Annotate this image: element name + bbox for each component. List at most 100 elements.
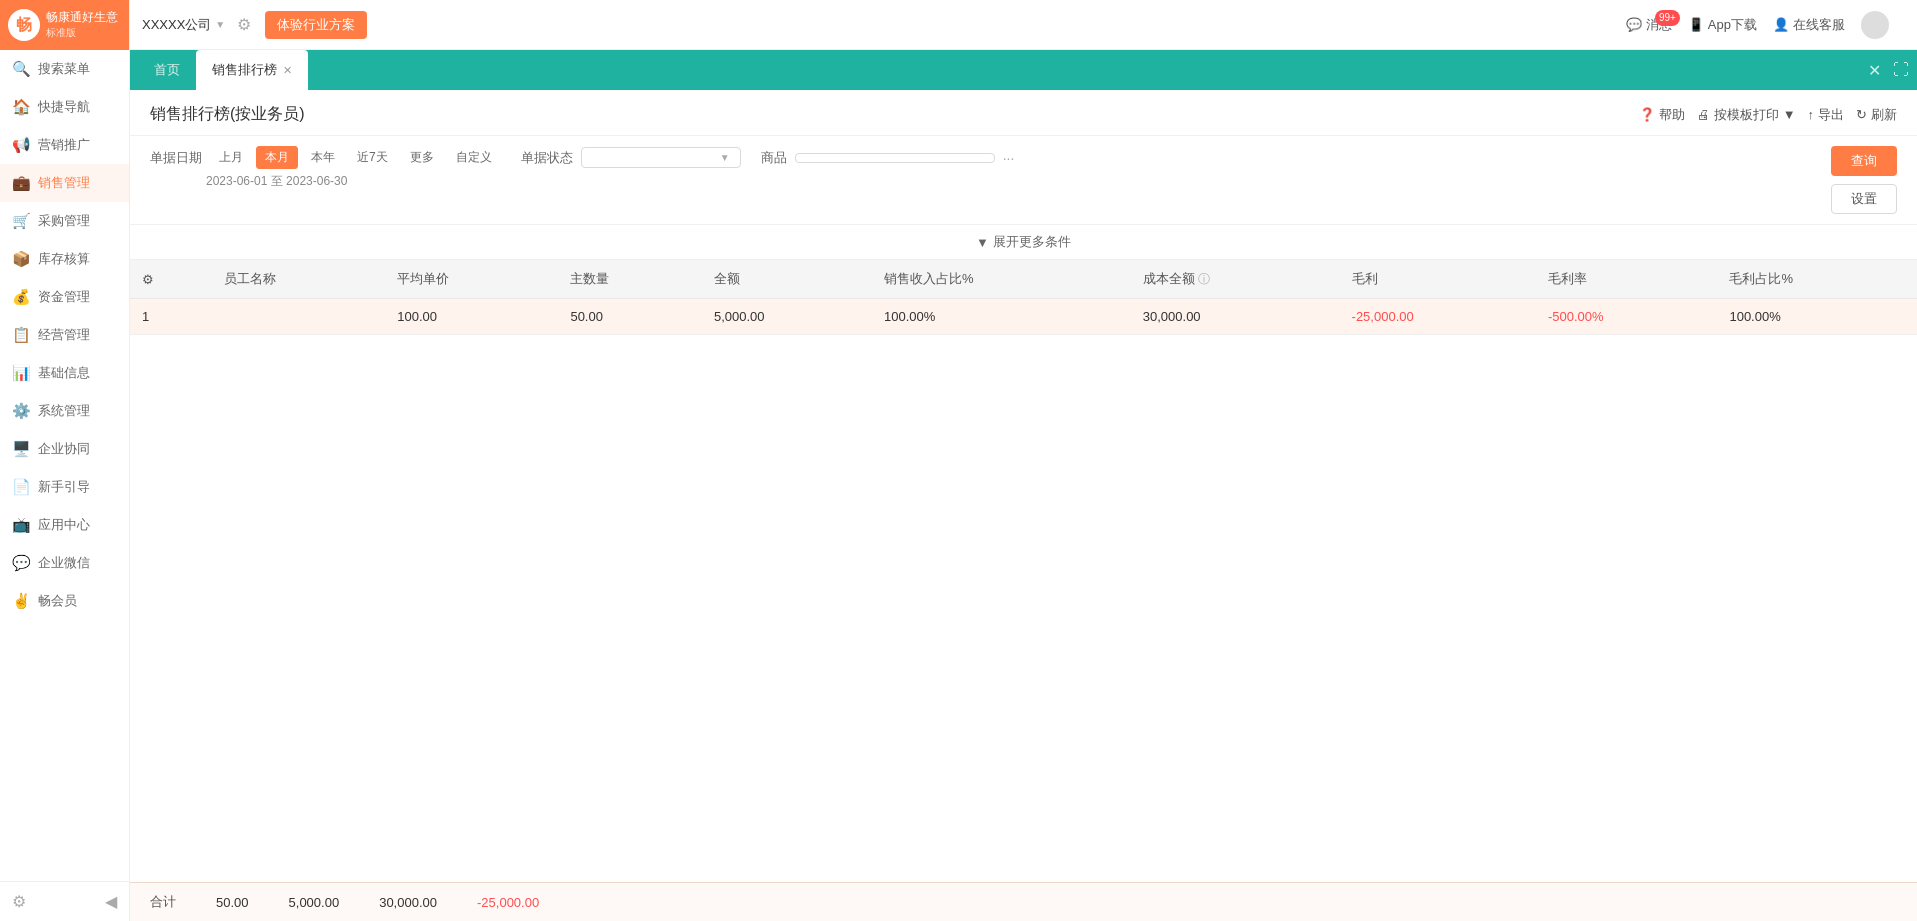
sidebar-item-3[interactable]: 💼 销售管理 — [0, 164, 129, 202]
tab-close-all-icon[interactable]: ✕ — [1868, 61, 1881, 80]
date-label: 单据日期 — [150, 149, 202, 167]
cell-gross-rate: -500.00% — [1536, 299, 1718, 335]
sidebar-label-9: 系统管理 — [38, 402, 90, 420]
app-label: App下载 — [1708, 16, 1757, 34]
content-area: 销售排行榜(按业务员) ❓ 帮助 🖨 按模板打印 ▼ ↑ 导出 ↻ 刷新 — [130, 90, 1917, 921]
export-btn[interactable]: ↑ 导出 — [1808, 106, 1845, 124]
sidebar-icon-4: 🛒 — [12, 212, 30, 230]
tab-restore-icon[interactable]: ⛶ — [1893, 61, 1909, 79]
cell-name — [212, 299, 385, 335]
date-btn-prev-month[interactable]: 上月 — [210, 146, 252, 169]
tab-sales-rank[interactable]: 销售排行榜 ✕ — [196, 50, 308, 90]
sidebar-label-3: 销售管理 — [38, 174, 90, 192]
trial-btn[interactable]: 体验行业方案 — [265, 11, 367, 39]
sidebar-item-14[interactable]: ✌️ 畅会员 — [0, 582, 129, 620]
sidebar-label-12: 应用中心 — [38, 516, 90, 534]
more-filters-btn[interactable]: ··· — [1003, 150, 1015, 166]
expand-more-btn[interactable]: ▼ 展开更多条件 — [976, 233, 1071, 251]
sidebar-label-6: 资金管理 — [38, 288, 90, 306]
date-filter: 单据日期 上月 本月 本年 近7天 更多 自定义 — [150, 146, 501, 169]
footer-amount: 5,000.00 — [289, 895, 340, 910]
sidebar-icon-2: 📢 — [12, 136, 30, 154]
expand-chevron-icon: ▼ — [976, 235, 989, 250]
tab-close-icon[interactable]: ✕ — [283, 64, 292, 77]
cell-gross: -25,000.00 — [1340, 299, 1536, 335]
sidebar-icon-7: 📋 — [12, 326, 30, 344]
settings-icon[interactable]: ⚙ — [12, 892, 26, 911]
col-gross-rate: 毛利率 — [1536, 260, 1718, 299]
app-download-btn[interactable]: 📱 App下载 — [1688, 16, 1757, 34]
cell-avg-price: 100.00 — [385, 299, 558, 335]
refresh-btn[interactable]: ↻ 刷新 — [1856, 106, 1897, 124]
date-btn-cur-month[interactable]: 本月 — [256, 146, 298, 169]
status-label: 单据状态 — [521, 149, 573, 167]
sidebar-icon-11: 📄 — [12, 478, 30, 496]
help-label: 帮助 — [1659, 106, 1685, 124]
topbar: XXXXX公司 ▼ ⚙ 体验行业方案 💬 消息 99+ 📱 App下载 👤 在线… — [130, 0, 1917, 50]
sidebar-logo: 畅 畅康通好生意 标准版 — [0, 0, 129, 50]
date-range-display: 2023-06-01 至 2023-06-30 — [206, 174, 347, 188]
goods-filter: 商品 ··· — [761, 149, 1015, 167]
sidebar-item-4[interactable]: 🛒 采购管理 — [0, 202, 129, 240]
sidebar-item-5[interactable]: 📦 库存核算 — [0, 240, 129, 278]
cell-cost: 30,000.00 — [1131, 299, 1340, 335]
collapse-icon[interactable]: ◀ — [105, 892, 117, 911]
sidebar-item-7[interactable]: 📋 经营管理 — [0, 316, 129, 354]
topbar-gear-icon[interactable]: ⚙ — [237, 15, 251, 34]
logo-icon: 畅 — [8, 9, 40, 41]
settings-btn[interactable]: 设置 — [1831, 184, 1897, 214]
footer-cost: 30,000.00 — [379, 895, 437, 910]
print-btn[interactable]: 🖨 按模板打印 ▼ — [1697, 106, 1796, 124]
tab-home[interactable]: 首页 — [138, 50, 196, 90]
company-dropdown-arrow: ▼ — [215, 19, 225, 30]
sidebar-item-10[interactable]: 🖥️ 企业协同 — [0, 430, 129, 468]
tabbar-right: ✕ ⛶ — [1868, 61, 1909, 80]
message-btn[interactable]: 💬 消息 99+ — [1626, 16, 1672, 34]
help-btn[interactable]: ❓ 帮助 — [1639, 106, 1685, 124]
col-name: 员工名称 — [212, 260, 385, 299]
data-table: ⚙ 员工名称 平均单价 主数量 全额 销售收入占比% 成本全额 ⓘ 毛利 毛利率… — [130, 260, 1917, 335]
sidebar-item-12[interactable]: 📺 应用中心 — [0, 506, 129, 544]
company-name: XXXXX公司 — [142, 16, 211, 34]
table-header: ⚙ 员工名称 平均单价 主数量 全额 销售收入占比% 成本全额 ⓘ 毛利 毛利率… — [130, 260, 1917, 299]
avatar[interactable] — [1861, 11, 1889, 39]
query-btn[interactable]: 查询 — [1831, 146, 1897, 176]
sidebar-icon-13: 💬 — [12, 554, 30, 572]
tab-home-label: 首页 — [154, 61, 180, 79]
sidebar-label-8: 基础信息 — [38, 364, 90, 382]
col-amount: 全额 — [702, 260, 872, 299]
date-btn-cur-year[interactable]: 本年 — [302, 146, 344, 169]
sidebar-item-1[interactable]: 🏠 快捷导航 — [0, 88, 129, 126]
sidebar-item-6[interactable]: 💰 资金管理 — [0, 278, 129, 316]
cell-amount: 5,000.00 — [702, 299, 872, 335]
settings-col-icon[interactable]: ⚙ — [142, 272, 154, 287]
sidebar-label-10: 企业协同 — [38, 440, 90, 458]
export-label: 导出 — [1818, 106, 1844, 124]
date-btn-7days[interactable]: 近7天 — [348, 146, 397, 169]
company-selector[interactable]: XXXXX公司 ▼ — [142, 16, 225, 34]
tabbar: 首页 销售排行榜 ✕ ✕ ⛶ — [130, 50, 1917, 90]
logo-sub: 标准版 — [46, 26, 118, 40]
print-label: 按模板打印 — [1714, 106, 1779, 124]
online-service-btn[interactable]: 👤 在线客服 — [1773, 16, 1845, 34]
message-badge: 99+ — [1655, 10, 1680, 26]
sidebar-label-1: 快捷导航 — [38, 98, 90, 116]
cost-info-icon[interactable]: ⓘ — [1198, 272, 1210, 286]
page-title: 销售排行榜(按业务员) — [150, 104, 305, 125]
sidebar-item-8[interactable]: 📊 基础信息 — [0, 354, 129, 392]
message-icon: 💬 — [1626, 17, 1642, 32]
sidebar-icon-10: 🖥️ — [12, 440, 30, 458]
date-btn-custom[interactable]: 自定义 — [447, 146, 501, 169]
cell-sales-pct: 100.00% — [872, 299, 1131, 335]
sidebar-icon-8: 📊 — [12, 364, 30, 382]
status-select[interactable]: ▼ — [581, 147, 741, 168]
sidebar-label-2: 营销推广 — [38, 136, 90, 154]
sidebar-item-9[interactable]: ⚙️ 系统管理 — [0, 392, 129, 430]
sidebar-item-13[interactable]: 💬 企业微信 — [0, 544, 129, 582]
sidebar-item-0[interactable]: 🔍 搜索菜单 — [0, 50, 129, 88]
date-btn-more[interactable]: 更多 — [401, 146, 443, 169]
goods-input[interactable] — [795, 153, 995, 163]
sidebar-item-2[interactable]: 📢 营销推广 — [0, 126, 129, 164]
page-actions: ❓ 帮助 🖨 按模板打印 ▼ ↑ 导出 ↻ 刷新 — [1639, 106, 1897, 124]
sidebar-item-11[interactable]: 📄 新手引导 — [0, 468, 129, 506]
